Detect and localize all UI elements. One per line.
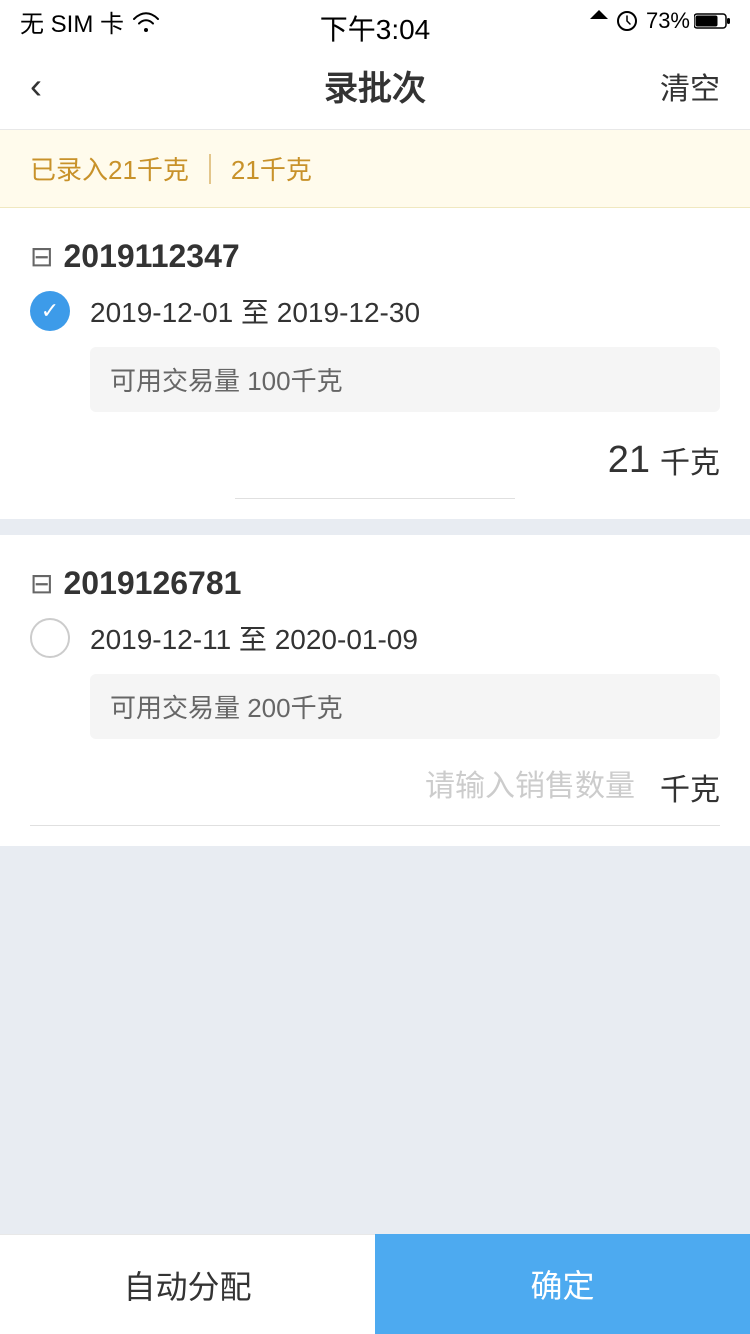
checkmark-icon: ✓ (41, 300, 59, 322)
batch1-avail: 可用交易量 100千克 (90, 347, 720, 412)
location-icon (590, 10, 608, 32)
wifi-icon (132, 10, 160, 32)
batch2-avail: 可用交易量 200千克 (90, 674, 720, 739)
batch2-unit: 千克 (660, 765, 720, 809)
info-banner: 已录入21千克 21千克 (0, 130, 750, 208)
status-bar: 无 SIM 卡 下午3:04 73% (0, 0, 750, 42)
batch1-quantity-row: 21 千克 (30, 428, 720, 498)
batch1-icon: ⊟ (30, 240, 53, 273)
batch2-radio[interactable] (30, 618, 70, 658)
clear-button[interactable]: 清空 (660, 64, 720, 108)
sim-label: 无 SIM 卡 (20, 4, 124, 39)
batch2-card: ⊟ 2019126781 2019-12-11 至 2020-01-09 可用交… (0, 535, 750, 846)
batch2-icon: ⊟ (30, 567, 53, 600)
page-title: 录批次 (324, 61, 426, 110)
nav-bar: ‹ 录批次 清空 (0, 42, 750, 130)
batch1-card: ⊟ 2019112347 ✓ 2019-12-01 至 2019-12-30 可… (0, 208, 750, 519)
recorded-label: 已录入21千克 (30, 150, 189, 187)
confirm-button[interactable]: 确定 (375, 1234, 750, 1334)
info-divider (209, 154, 211, 184)
back-button[interactable]: ‹ (30, 65, 90, 107)
status-left: 无 SIM 卡 (20, 4, 160, 39)
batch1-divider (235, 498, 515, 499)
status-time: 下午3:04 (320, 8, 431, 48)
batch2-id: 2019126781 (63, 565, 241, 602)
battery-icon (694, 12, 730, 30)
batch2-quantity-input[interactable] (30, 770, 650, 804)
batch2-date: 2019-12-11 至 2020-01-09 (90, 618, 418, 658)
status-right: 73% (590, 8, 730, 34)
batch2-header: ⊟ 2019126781 (30, 565, 720, 602)
batch1-date-row: ✓ 2019-12-01 至 2019-12-30 (30, 291, 720, 331)
batch2-input-row: 千克 (30, 755, 720, 826)
batch1-date: 2019-12-01 至 2019-12-30 (90, 291, 420, 331)
batch1-unit: 千克 (660, 438, 720, 482)
amount-label: 21千克 (231, 150, 312, 187)
batch2-date-row: 2019-12-11 至 2020-01-09 (30, 618, 720, 658)
batch1-header: ⊟ 2019112347 (30, 238, 720, 275)
footer: 自动分配 确定 (0, 1234, 750, 1334)
batch1-id: 2019112347 (63, 238, 239, 275)
batch1-radio[interactable]: ✓ (30, 291, 70, 331)
empty-area (0, 846, 750, 1286)
batch1-quantity: 21 (608, 439, 650, 482)
battery-label: 73% (646, 8, 730, 34)
clock-icon (616, 10, 638, 32)
section-divider (0, 519, 750, 535)
auto-distribute-button[interactable]: 自动分配 (0, 1234, 375, 1334)
